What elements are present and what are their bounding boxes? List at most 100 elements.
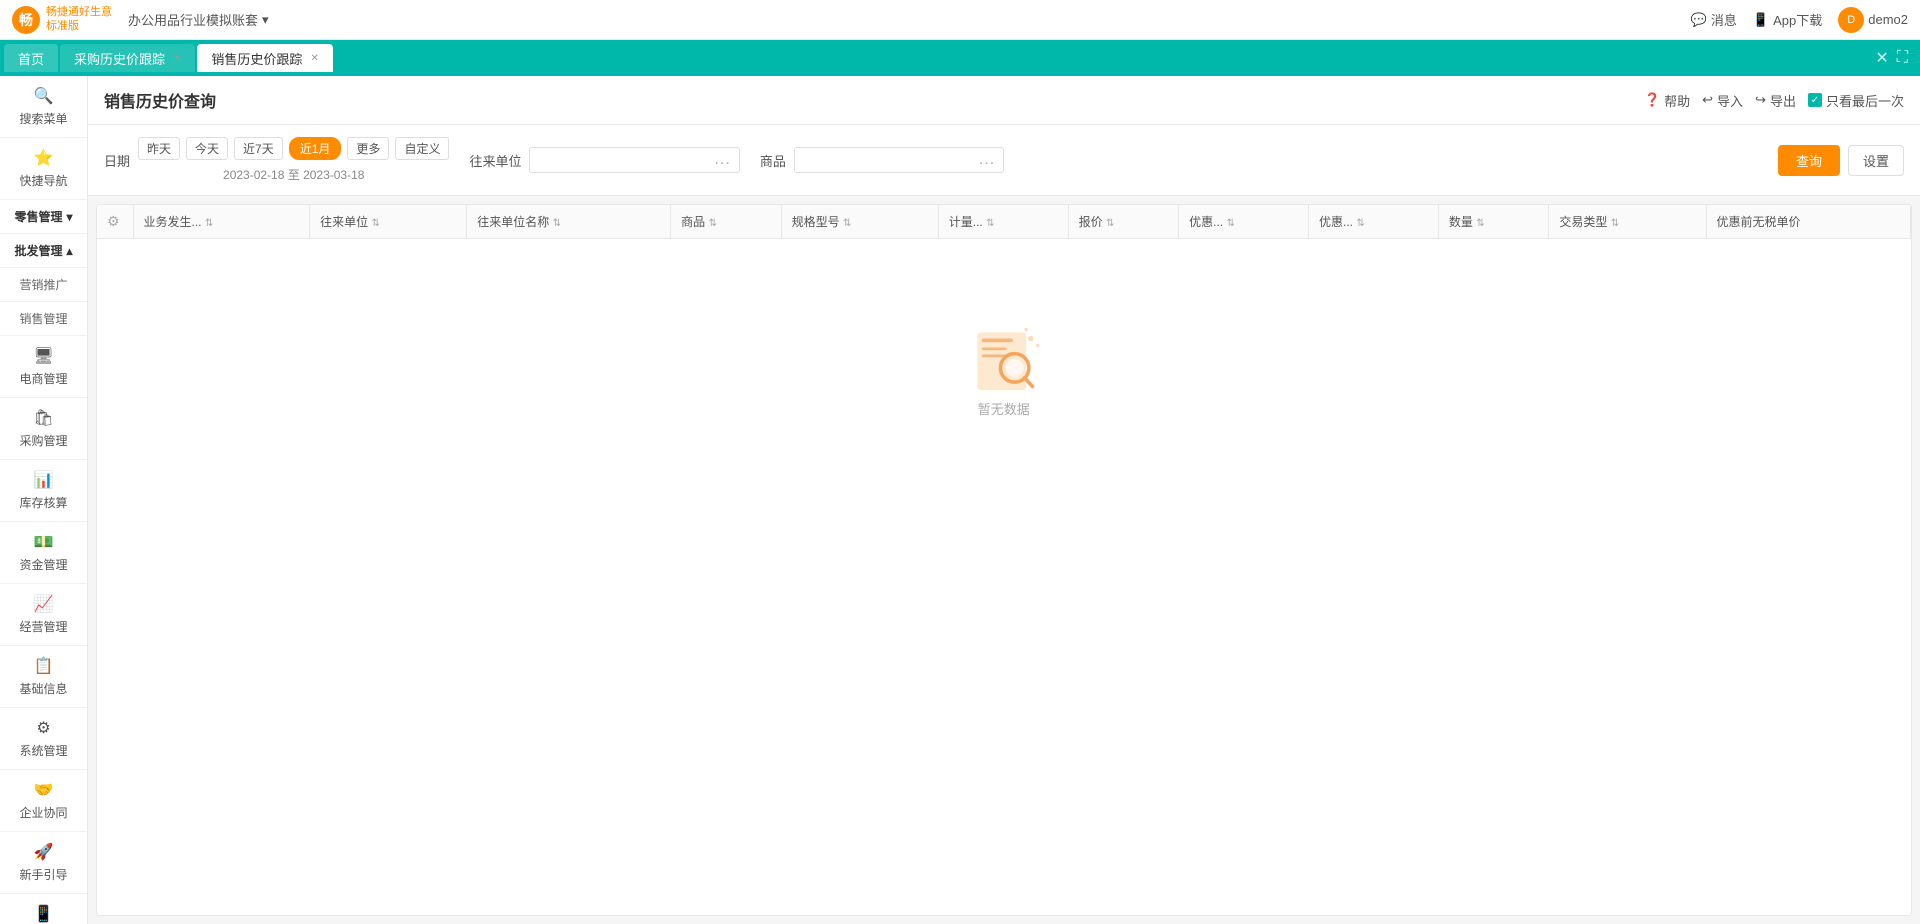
app-download-button[interactable]: 📱 App下载 (1753, 10, 1822, 29)
sort-icon[interactable]: ⇅ (1476, 218, 1484, 229)
date-btn-yesterday[interactable]: 昨天 (138, 137, 180, 160)
star-icon: ⭐ (34, 148, 54, 168)
avatar: D (1838, 7, 1864, 33)
col-label: 往来单位 (320, 215, 371, 229)
col-label: 数量 (1449, 215, 1476, 229)
sidebar-sub-item-sales-mgmt[interactable]: 销售管理 (0, 302, 87, 336)
logo-text: 畅捷通好生意 标准版 (46, 6, 112, 32)
page-title: 销售历史价查询 (104, 88, 216, 112)
col-label: 优惠... (1189, 215, 1226, 229)
message-icon: 💬 (1691, 12, 1707, 28)
date-btn-7days[interactable]: 近7天 (234, 137, 283, 160)
export-icon: ↪ (1755, 92, 1766, 108)
goods-picker-icon[interactable]: ... (979, 151, 995, 169)
app-center-icon: 📱 (34, 904, 54, 924)
sidebar-item-label: 电商管理 (19, 370, 67, 387)
sort-icon[interactable]: ⇅ (1106, 218, 1114, 229)
counterpart-picker-icon[interactable]: ... (714, 151, 730, 169)
sidebar-item-label: 企业协同 (19, 804, 67, 821)
basic-info-icon: 📋 (34, 656, 54, 676)
date-btn-1month[interactable]: 近1月 (289, 137, 342, 160)
tab-purchase-history[interactable]: 采购历史价跟踪 ✕ (60, 44, 195, 72)
workspace-name: 办公用品行业模拟账套 (128, 10, 258, 29)
sidebar-item-newbie[interactable]: 🚀 新手引导 (0, 832, 87, 894)
workspace-selector[interactable]: 办公用品行业模拟账套 ▾ (120, 6, 277, 33)
settings-icon[interactable]: ⚙ (107, 213, 120, 229)
export-button[interactable]: ↪ 导出 (1755, 91, 1796, 110)
table-body: 暂无数据 (97, 239, 1911, 499)
sidebar-item-basic-info[interactable]: 📋 基础信息 (0, 646, 87, 708)
sidebar-item-label: 基础信息 (19, 680, 67, 697)
sort-icon[interactable]: ⇅ (205, 218, 213, 229)
settings-button[interactable]: 设置 (1848, 145, 1904, 176)
sort-icon[interactable]: ⇅ (1356, 218, 1364, 229)
date-btn-more[interactable]: 更多 (347, 137, 389, 160)
goods-input-wrapper[interactable]: ... (794, 147, 1004, 173)
tab-sales-history[interactable]: 销售历史价跟踪 ✕ (197, 44, 332, 72)
top-bar-left: 畅 畅捷通好生意 标准版 办公用品行业模拟账套 ▾ (12, 6, 277, 34)
sort-icon[interactable]: ⇅ (1226, 218, 1234, 229)
sort-icon[interactable]: ⇅ (709, 218, 717, 229)
sort-icon[interactable]: ⇅ (986, 218, 994, 229)
sidebar-item-finance[interactable]: 💵 资金管理 (0, 522, 87, 584)
table-header: ⚙ 业务发生... ⇅ 往来单位 ⇅ 往来单位名称 ⇅ (97, 205, 1911, 239)
sort-icon[interactable]: ⇅ (1611, 218, 1619, 229)
sidebar-item-app-center[interactable]: 📱 应用中心 (0, 894, 87, 924)
filter-actions: 查询 设置 (1778, 145, 1904, 176)
help-button[interactable]: ❓ 帮助 (1644, 91, 1690, 110)
counterpart-input-wrapper[interactable]: ... (529, 147, 739, 173)
date-btn-today[interactable]: 今天 (186, 137, 228, 160)
sidebar-sub-item-marketing[interactable]: 营销推广 (0, 268, 87, 302)
counterpart-input[interactable] (538, 153, 714, 168)
tab-home[interactable]: 首页 (4, 44, 58, 72)
sidebar-item-purchase[interactable]: 🛍 采购管理 (0, 398, 87, 460)
ecommerce-icon: 🖥 (33, 346, 53, 366)
sidebar-item-wholesale[interactable]: 批发管理 ▴ (0, 234, 87, 268)
col-label: 商品 (681, 215, 708, 229)
sidebar-item-retail[interactable]: 零售管理 ▾ (0, 200, 87, 234)
sidebar-item-label: 新手引导 (19, 866, 67, 883)
message-button[interactable]: 💬 消息 (1691, 10, 1737, 29)
sidebar-item-label: 系统管理 (19, 742, 67, 759)
sort-icon[interactable]: ⇅ (843, 218, 851, 229)
sidebar-item-label: 采购管理 (19, 432, 67, 449)
sort-icon[interactable]: ⇅ (553, 218, 561, 229)
close-icon[interactable]: ✕ (173, 53, 181, 64)
date-filter-group: 日期 昨天 今天 近7天 近1月 更多 自定义 2023-02-18 至 202… (104, 137, 449, 183)
sidebar-item-quick-nav[interactable]: ⭐ 快捷导航 (0, 138, 87, 200)
sidebar-item-operations[interactable]: 📈 经营管理 (0, 584, 87, 646)
table-col-quantity: 数量 ⇅ (1438, 205, 1548, 239)
col-label: 计量... (949, 215, 986, 229)
fullscreen-button[interactable]: ⛶ (1897, 49, 1908, 67)
content-area: 销售历史价查询 ❓ 帮助 ↩ 导入 ↪ 导出 ✓ (88, 76, 1920, 924)
empty-state-row: 暂无数据 (97, 239, 1911, 499)
sidebar-item-enterprise[interactable]: 🤝 企业协同 (0, 770, 87, 832)
only-last-checkbox[interactable]: ✓ 只看最后一次 (1808, 91, 1904, 110)
close-icon[interactable]: ✕ (310, 53, 318, 64)
sidebar-item-search[interactable]: 🔍 搜索菜单 (0, 76, 87, 138)
newbie-icon: 🚀 (34, 842, 54, 862)
tab-bar-actions: ✕ ⛶ (1875, 48, 1916, 68)
table-col-business-date: 业务发生... ⇅ (133, 205, 310, 239)
checkbox-icon: ✓ (1808, 93, 1822, 107)
table-col-discount1: 优惠... ⇅ (1179, 205, 1309, 239)
filter-bar: 日期 昨天 今天 近7天 近1月 更多 自定义 2023-02-18 至 202… (88, 125, 1920, 196)
close-all-tabs-button[interactable]: ✕ (1875, 48, 1888, 68)
col-label: 业务发生... (144, 215, 205, 229)
inventory-icon: 📊 (34, 470, 54, 490)
sidebar-item-inventory[interactable]: 📊 库存核算 (0, 460, 87, 522)
query-button[interactable]: 查询 (1778, 145, 1840, 176)
table-container: ⚙ 业务发生... ⇅ 往来单位 ⇅ 往来单位名称 ⇅ (96, 204, 1912, 916)
import-button[interactable]: ↩ 导入 (1702, 91, 1743, 110)
date-range-text: 2023-02-18 至 2023-03-18 (223, 166, 364, 183)
date-btn-custom[interactable]: 自定义 (395, 137, 449, 160)
col-label: 报价 (1079, 215, 1106, 229)
sidebar-item-system[interactable]: ⚙ 系统管理 (0, 708, 87, 770)
import-icon: ↩ (1702, 92, 1713, 108)
goods-input[interactable] (803, 153, 979, 168)
sort-icon[interactable]: ⇅ (371, 218, 379, 229)
sidebar-item-ecommerce[interactable]: 🖥 电商管理 (0, 336, 87, 398)
page-title-bar: 销售历史价查询 ❓ 帮助 ↩ 导入 ↪ 导出 ✓ (104, 88, 1904, 112)
sidebar-item-label: 搜索菜单 (19, 110, 67, 127)
user-menu[interactable]: D demo2 (1838, 7, 1908, 33)
